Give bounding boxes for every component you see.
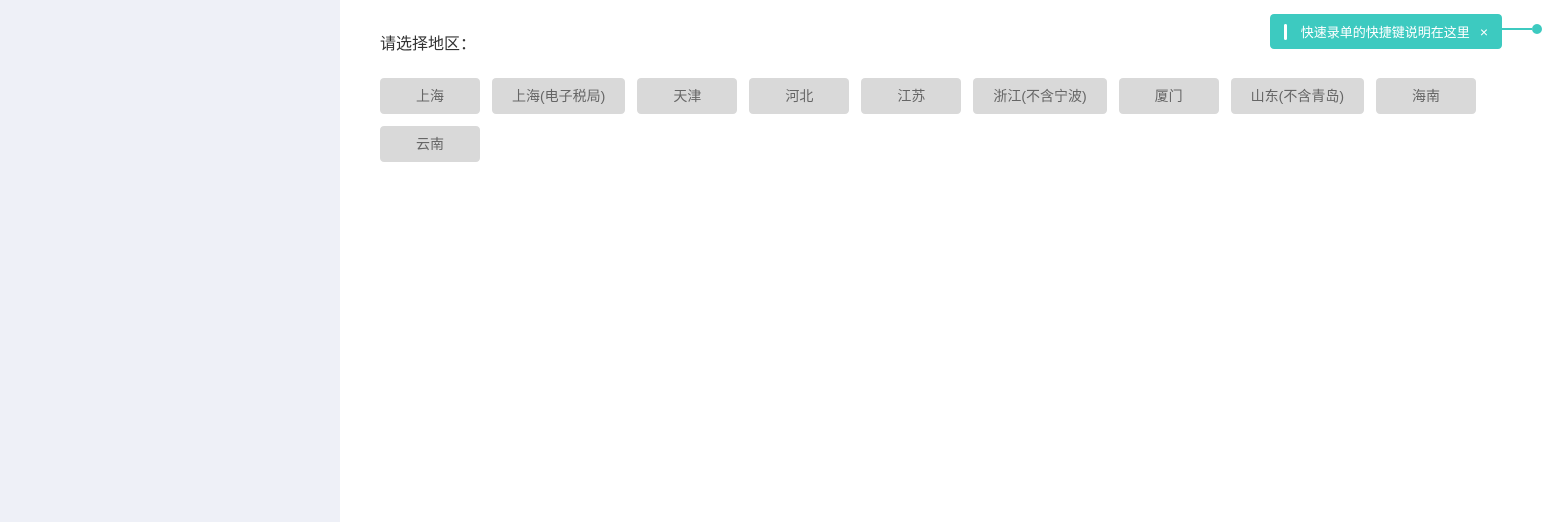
region-btn-shanghai[interactable]: 上海 xyxy=(380,78,480,114)
region-btn-xiamen[interactable]: 厦门 xyxy=(1119,78,1219,114)
region-btn-yunnan[interactable]: 云南 xyxy=(380,126,480,162)
sidebar xyxy=(0,0,340,522)
region-grid: 上海上海(电子税局) 天津河北江苏浙江(不含宁波) 厦门山东(不含青岛) 海南云南 xyxy=(380,78,1522,162)
region-btn-zhejiang[interactable]: 浙江(不含宁波) xyxy=(973,78,1106,114)
tooltip-banner: 快速录单的快捷键说明在这里 × xyxy=(1270,14,1502,49)
tooltip-text: 快速录单的快捷键说明在这里 xyxy=(1301,22,1470,41)
tooltip-close-button[interactable]: × xyxy=(1480,25,1488,39)
region-btn-hebei[interactable]: 河北 xyxy=(749,78,849,114)
region-btn-hainan[interactable]: 海南 xyxy=(1376,78,1476,114)
region-btn-jiangsu[interactable]: 江苏 xyxy=(861,78,961,114)
tooltip-dot xyxy=(1532,24,1542,34)
region-btn-shandong[interactable]: 山东(不含青岛) xyxy=(1231,78,1364,114)
region-btn-tianjin[interactable]: 天津 xyxy=(637,78,737,114)
main-content: 请选择地区： 上海上海(电子税局)天津河北江苏浙江(不含宁波)厦门山东(不含青岛… xyxy=(340,0,1562,522)
region-btn-shanghai-etax[interactable]: 上海(电子税局) xyxy=(492,78,625,114)
